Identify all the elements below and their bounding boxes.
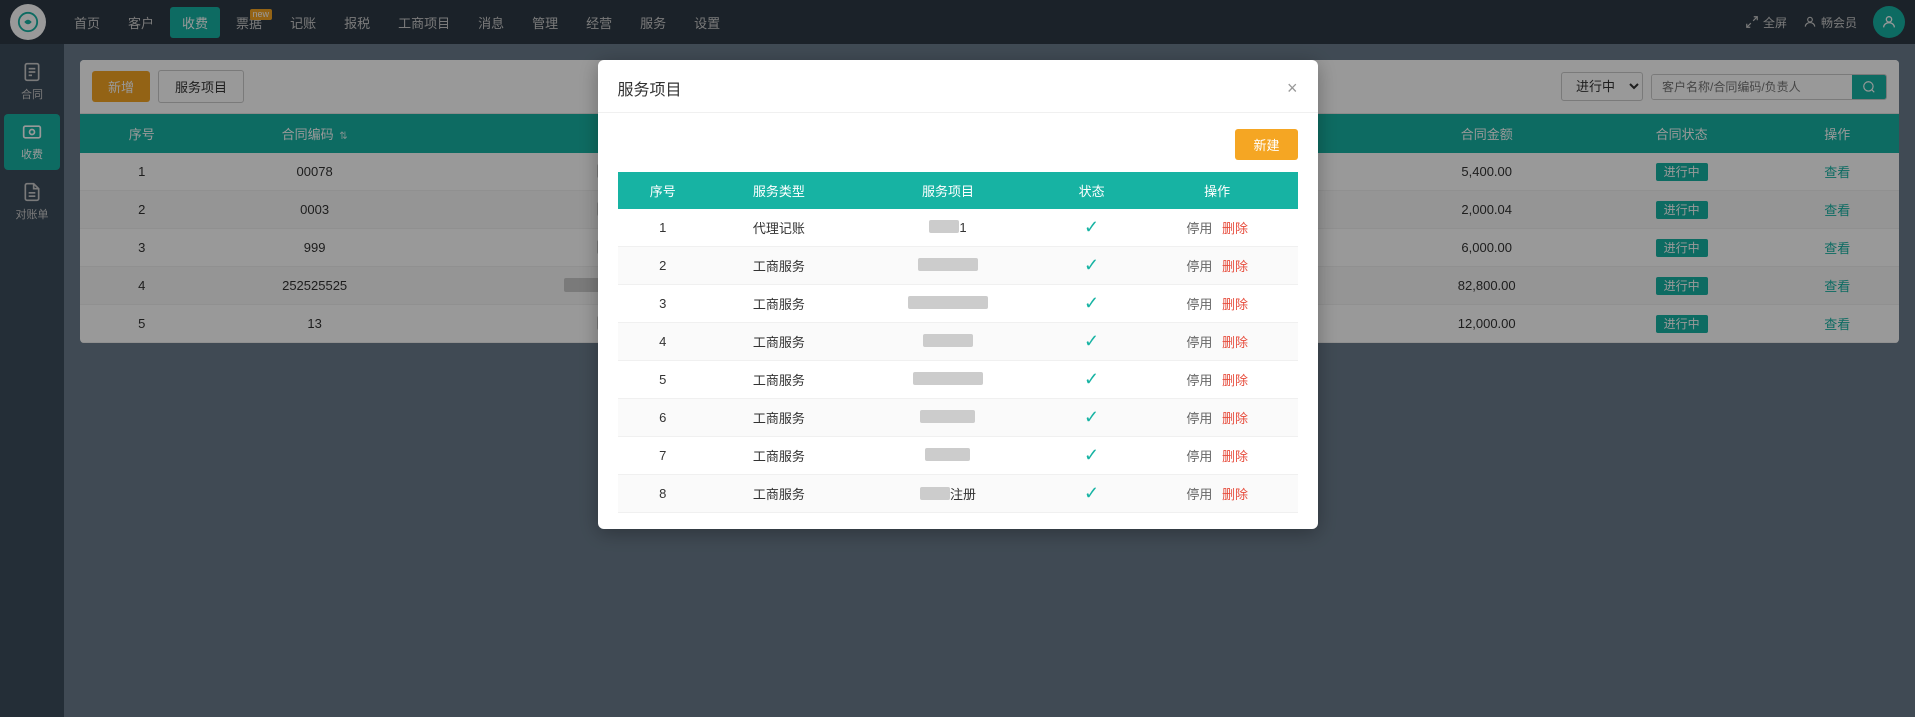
modal-cell-type: 代理记账 [708,209,850,247]
modal-table-row: 2 工商服务 ✓ 停用 删除 [618,247,1298,285]
modal-cell-type: 工商服务 [708,361,850,399]
modal-cell-item [850,361,1047,399]
status-check-icon: ✓ [1084,331,1099,351]
status-check-icon: ✓ [1084,407,1099,427]
modal-body: 新建 序号 服务类型 服务项目 状态 操作 [598,113,1318,529]
stop-button[interactable]: 停用 [1186,259,1212,274]
status-check-icon: ✓ [1084,445,1099,465]
modal-cell-type: 工商服务 [708,323,850,361]
stop-button[interactable]: 停用 [1186,297,1212,312]
modal-cell-ops: 停用 删除 [1137,475,1298,513]
modal-cell-seq: 4 [618,323,709,361]
modal-cell-status: ✓ [1046,361,1137,399]
modal-cell-ops: 停用 删除 [1137,361,1298,399]
status-check-icon: ✓ [1084,369,1099,389]
modal-cell-item: 1 [850,209,1047,247]
modal-overlay[interactable]: 服务项目 × 新建 序号 服务类型 服务项目 [64,44,1915,717]
delete-button[interactable]: 删除 [1222,335,1248,350]
modal-table-row: 6 工商服务 ✓ 停用 删除 [618,399,1298,437]
modal-cell-status: ✓ [1046,437,1137,475]
modal-col-status: 状态 [1046,172,1137,209]
stop-button[interactable]: 停用 [1186,487,1212,502]
service-items-table: 序号 服务类型 服务项目 状态 操作 1 代理记账 [618,172,1298,513]
delete-button[interactable]: 删除 [1222,373,1248,388]
modal-cell-type: 工商服务 [708,437,850,475]
modal-scroll[interactable]: 序号 服务类型 服务项目 状态 操作 1 代理记账 [618,172,1298,513]
modal-col-type: 服务类型 [708,172,850,209]
modal-toolbar: 新建 [618,129,1298,160]
modal-cell-status: ✓ [1046,323,1137,361]
delete-button[interactable]: 删除 [1222,259,1248,274]
modal-cell-item [850,323,1047,361]
modal-cell-seq: 2 [618,247,709,285]
modal-cell-type: 工商服务 [708,475,850,513]
status-check-icon: ✓ [1084,293,1099,313]
modal-cell-status: ✓ [1046,209,1137,247]
status-check-icon: ✓ [1084,255,1099,275]
modal-cell-status: ✓ [1046,247,1137,285]
modal-cell-item [850,437,1047,475]
modal-table-row: 7 工商服务 ✓ 停用 删除 [618,437,1298,475]
main-layout: 合同 收费 对账单 新增 服务项目 [0,44,1915,717]
delete-button[interactable]: 删除 [1222,487,1248,502]
status-check-icon: ✓ [1084,217,1099,237]
modal-cell-ops: 停用 删除 [1137,285,1298,323]
modal-cell-item [850,285,1047,323]
modal-cell-ops: 停用 删除 [1137,247,1298,285]
modal-table-row: 1 代理记账 1 ✓ 停用 删除 [618,209,1298,247]
modal-cell-seq: 7 [618,437,709,475]
modal-cell-type: 工商服务 [708,285,850,323]
modal-cell-status: ✓ [1046,285,1137,323]
modal-cell-seq: 5 [618,361,709,399]
modal-col-item: 服务项目 [850,172,1047,209]
modal-cell-seq: 1 [618,209,709,247]
modal-cell-status: ✓ [1046,475,1137,513]
modal-cell-status: ✓ [1046,399,1137,437]
modal-title: 服务项目 [618,76,682,100]
modal-cell-seq: 3 [618,285,709,323]
stop-button[interactable]: 停用 [1186,411,1212,426]
modal-cell-type: 工商服务 [708,247,850,285]
modal-cell-item: 注册 [850,475,1047,513]
modal-cell-seq: 8 [618,475,709,513]
modal-close-button[interactable]: × [1287,79,1298,97]
modal-cell-item [850,247,1047,285]
modal-cell-ops: 停用 删除 [1137,209,1298,247]
modal-cell-seq: 6 [618,399,709,437]
modal-cell-type: 工商服务 [708,399,850,437]
delete-button[interactable]: 删除 [1222,449,1248,464]
content-area: 新增 服务项目 进行中 已完成 已终止 [64,44,1915,717]
stop-button[interactable]: 停用 [1186,221,1212,236]
status-check-icon: ✓ [1084,483,1099,503]
modal-table-row: 5 工商服务 ✓ 停用 删除 [618,361,1298,399]
stop-button[interactable]: 停用 [1186,449,1212,464]
stop-button[interactable]: 停用 [1186,335,1212,350]
modal-cell-ops: 停用 删除 [1137,437,1298,475]
delete-button[interactable]: 删除 [1222,221,1248,236]
modal-col-seq: 序号 [618,172,709,209]
modal-table-row: 8 工商服务 注册 ✓ 停用 删除 [618,475,1298,513]
modal-cell-ops: 停用 删除 [1137,323,1298,361]
delete-button[interactable]: 删除 [1222,297,1248,312]
stop-button[interactable]: 停用 [1186,373,1212,388]
modal-table-row: 4 工商服务 ✓ 停用 删除 [618,323,1298,361]
modal-col-ops: 操作 [1137,172,1298,209]
modal-new-button[interactable]: 新建 [1235,129,1297,160]
modal-cell-ops: 停用 删除 [1137,399,1298,437]
delete-button[interactable]: 删除 [1222,411,1248,426]
service-modal: 服务项目 × 新建 序号 服务类型 服务项目 [598,60,1318,529]
modal-header: 服务项目 × [598,60,1318,113]
modal-table-row: 3 工商服务 ✓ 停用 删除 [618,285,1298,323]
modal-cell-item [850,399,1047,437]
